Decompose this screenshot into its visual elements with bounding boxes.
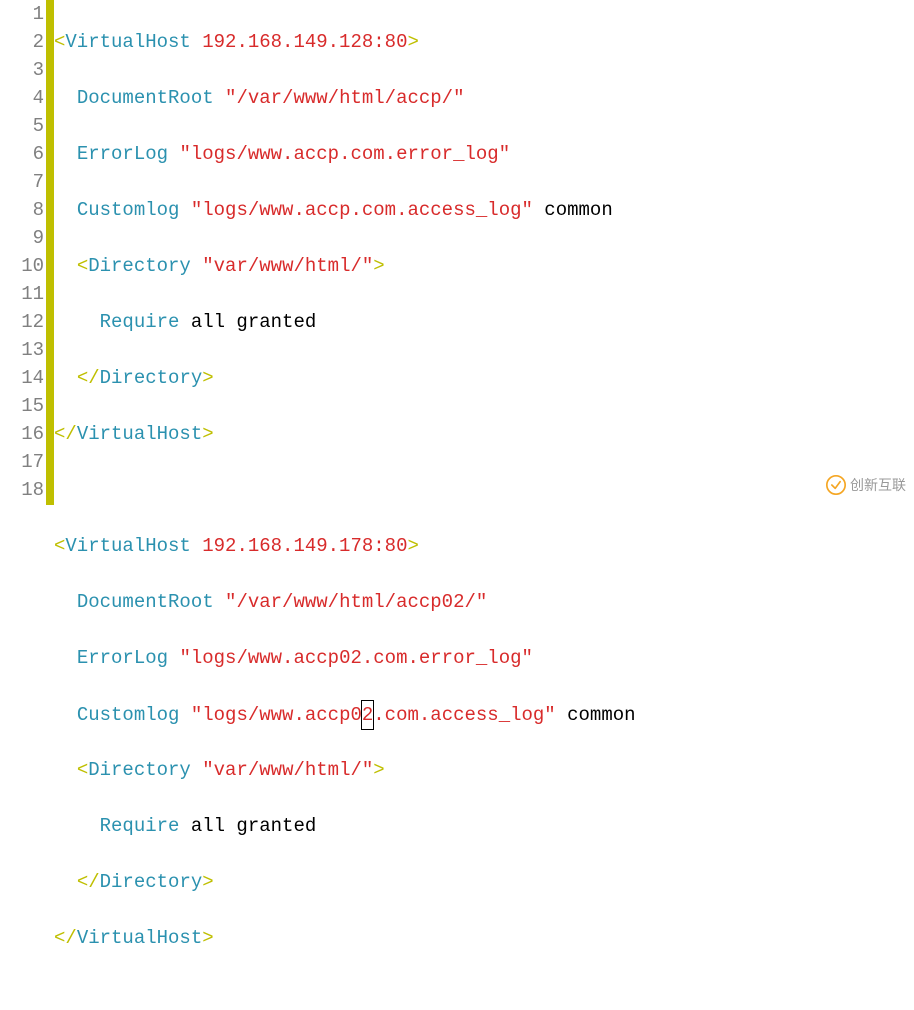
line-number: 1	[0, 0, 44, 28]
watermark: 创新互联	[826, 471, 906, 499]
bracket-open: <	[77, 255, 88, 277]
directive-value: .com.access_log"	[373, 704, 555, 726]
bracket-close: >	[373, 255, 384, 277]
line-number: 17	[0, 448, 44, 476]
line-number: 13	[0, 336, 44, 364]
cursor-position: 2	[361, 700, 374, 730]
bracket-close: >	[407, 31, 418, 53]
line-number: 14	[0, 364, 44, 392]
bracket-close: >	[202, 871, 213, 893]
code-line: <VirtualHost 192.168.149.128:80>	[54, 28, 636, 56]
code-content[interactable]: <VirtualHost 192.168.149.128:80> Documen…	[54, 0, 636, 505]
line-number: 11	[0, 280, 44, 308]
code-line: Customlog "logs/www.accp.com.access_log"…	[54, 196, 636, 224]
bracket-close: >	[407, 535, 418, 557]
line-number: 2	[0, 28, 44, 56]
tag-name: VirtualHost	[65, 535, 202, 557]
directive: DocumentRoot	[77, 87, 225, 109]
directive: ErrorLog	[77, 143, 180, 165]
bracket-open: </	[77, 871, 100, 893]
directive-value: "logs/www.accp02.com.error_log"	[179, 647, 532, 669]
directive: Customlog	[77, 704, 191, 726]
code-line	[54, 980, 636, 1008]
tag-name: VirtualHost	[65, 31, 202, 53]
directive: Require	[100, 815, 191, 837]
code-line: </VirtualHost>	[54, 420, 636, 448]
code-line: <Directory "var/www/html/">	[54, 756, 636, 784]
code-editor: 1 2 3 4 5 6 7 8 9 10 11 12 13 14 15 16 1…	[0, 0, 914, 505]
line-number: 5	[0, 112, 44, 140]
code-line: ErrorLog "logs/www.accp02.com.error_log"	[54, 644, 636, 672]
line-number-gutter: 1 2 3 4 5 6 7 8 9 10 11 12 13 14 15 16 1…	[0, 0, 46, 505]
code-line: Customlog "logs/www.accp02.com.access_lo…	[54, 700, 636, 728]
code-line: </Directory>	[54, 364, 636, 392]
tag-name: Directory	[100, 367, 203, 389]
bracket-close: >	[202, 423, 213, 445]
bracket-open: </	[54, 423, 77, 445]
code-line: </VirtualHost>	[54, 924, 636, 952]
line-number: 7	[0, 168, 44, 196]
line-number: 3	[0, 56, 44, 84]
code-line: ErrorLog "logs/www.accp.com.error_log"	[54, 140, 636, 168]
directive-arg: all granted	[191, 815, 316, 837]
bracket-open: <	[54, 31, 65, 53]
line-number: 12	[0, 308, 44, 336]
tag-name: VirtualHost	[77, 927, 202, 949]
bracket-open: </	[54, 927, 77, 949]
tag-name: Directory	[88, 255, 202, 277]
line-number: 15	[0, 392, 44, 420]
line-number: 6	[0, 140, 44, 168]
watermark-text: 创新互联	[850, 471, 906, 499]
directive-value: "logs/www.accp.com.access_log"	[191, 199, 533, 221]
line-number: 4	[0, 84, 44, 112]
vhost-address: 192.168.149.178:80	[202, 535, 407, 557]
bracket-close: >	[202, 927, 213, 949]
directive-arg: all granted	[191, 311, 316, 333]
tag-attr: "var/www/html/"	[202, 759, 373, 781]
directive: Customlog	[77, 199, 191, 221]
line-number: 9	[0, 224, 44, 252]
code-line: <VirtualHost 192.168.149.178:80>	[54, 532, 636, 560]
bracket-close: >	[202, 367, 213, 389]
tag-name: Directory	[88, 759, 202, 781]
bracket-open: <	[77, 759, 88, 781]
bracket-open: <	[54, 535, 65, 557]
directive-value: "/var/www/html/accp02/"	[225, 591, 487, 613]
line-number: 18	[0, 476, 44, 504]
code-line: <Directory "var/www/html/">	[54, 252, 636, 280]
code-line	[54, 476, 636, 504]
directive-arg: common	[533, 199, 613, 221]
code-line: </Directory>	[54, 868, 636, 896]
directive-value: "/var/www/html/accp/"	[225, 87, 464, 109]
change-marker-bar	[46, 0, 54, 505]
directive: ErrorLog	[77, 647, 180, 669]
directive-value: "logs/www.accp0	[191, 704, 362, 726]
directive-value: "logs/www.accp.com.error_log"	[179, 143, 510, 165]
code-line: Require all granted	[54, 308, 636, 336]
tag-name: Directory	[100, 871, 203, 893]
code-line: DocumentRoot "/var/www/html/accp/"	[54, 84, 636, 112]
directive: Require	[100, 311, 191, 333]
code-line: Require all granted	[54, 812, 636, 840]
directive: DocumentRoot	[77, 591, 225, 613]
code-line: DocumentRoot "/var/www/html/accp02/"	[54, 588, 636, 616]
line-number: 8	[0, 196, 44, 224]
watermark-logo-icon	[826, 475, 846, 495]
bracket-close: >	[373, 759, 384, 781]
vhost-address: 192.168.149.128:80	[202, 31, 407, 53]
tag-attr: "var/www/html/"	[202, 255, 373, 277]
line-number: 16	[0, 420, 44, 448]
tag-name: VirtualHost	[77, 423, 202, 445]
directive-arg: common	[556, 704, 636, 726]
line-number: 10	[0, 252, 44, 280]
bracket-open: </	[77, 367, 100, 389]
